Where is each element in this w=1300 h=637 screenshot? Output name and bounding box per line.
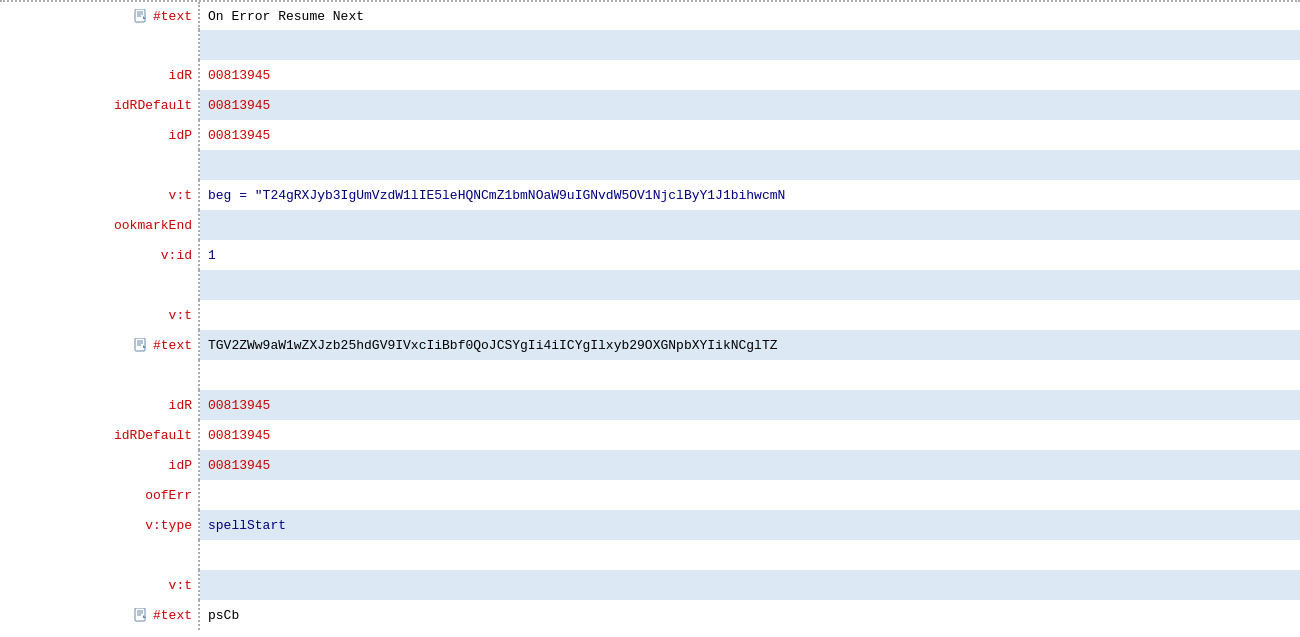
row-left-label: idP	[0, 120, 200, 150]
row-right-value	[200, 360, 1300, 390]
row-left-text: idP	[169, 458, 192, 473]
row-left-label: idP	[0, 450, 200, 480]
row-left-text: v:t	[169, 308, 192, 323]
row-left-text: v:t	[169, 188, 192, 203]
row-left-label: idRDefault	[0, 90, 200, 120]
row-left-text: idRDefault	[114, 98, 192, 113]
row-left-text: idP	[169, 128, 192, 143]
row-left-label	[0, 360, 200, 390]
row-right-value: beg = "T24gRXJyb3IgUmVzdW1lIE5leHQNCmZ1b…	[200, 180, 1300, 210]
row-right-value	[200, 150, 1300, 180]
row-left-label: ookmarkEnd	[0, 210, 200, 240]
row-right-value: On Error Resume Next	[200, 2, 1300, 30]
table-row: oofErr	[0, 480, 1300, 510]
main-container: #textOn Error Resume NextidR00813945idRD…	[0, 0, 1300, 637]
row-left-text: #text	[153, 608, 192, 623]
row-right-value	[200, 480, 1300, 510]
row-left-label: #text	[0, 2, 200, 30]
row-right-value: 00813945	[200, 60, 1300, 90]
table-row: idRDefault 00813945	[0, 90, 1300, 120]
row-left-text: #text	[153, 338, 192, 353]
row-left-text: ookmarkEnd	[114, 218, 192, 233]
row-left-text: v:id	[161, 248, 192, 263]
row-right-value: psCb	[200, 600, 1300, 630]
table-row: v:t	[0, 300, 1300, 330]
table-row: v:type spellStart	[0, 510, 1300, 540]
table-row: idP 00813945	[0, 120, 1300, 150]
table-row: v:t beg = "T24gRXJyb3IgUmVzdW1lIE5leHQNCm…	[0, 180, 1300, 210]
row-left-label: v:t	[0, 180, 200, 210]
table-row: v:id 1	[0, 240, 1300, 270]
row-right-value	[200, 270, 1300, 300]
row-right-value: 00813945	[200, 420, 1300, 450]
row-right-value: 1	[200, 240, 1300, 270]
table-row	[0, 270, 1300, 300]
table-row: idR 00813945	[0, 390, 1300, 420]
row-right-value: 00813945	[200, 390, 1300, 420]
table-row	[0, 540, 1300, 570]
row-left-label	[0, 30, 200, 60]
table-row: #text psCb	[0, 600, 1300, 630]
row-left-label	[0, 540, 200, 570]
row-left-label: oofErr	[0, 480, 200, 510]
row-left-text: idRDefault	[114, 428, 192, 443]
row-left-text: v:type	[145, 518, 192, 533]
table-row	[0, 30, 1300, 60]
row-left-text: #text	[153, 9, 192, 24]
row-right-value: 00813945	[200, 90, 1300, 120]
table-row: #text TGV2ZWw9aW1wZXJzb25hdGV9IVxcIiBbf0Q…	[0, 330, 1300, 360]
row-right-value	[200, 540, 1300, 570]
row-left-label: #text	[0, 600, 200, 630]
row-right-value	[200, 30, 1300, 60]
table-row: idR 00813945	[0, 60, 1300, 90]
table-row: ookmarkEnd	[0, 210, 1300, 240]
row-right-value: 00813945	[200, 120, 1300, 150]
row-right-value	[200, 210, 1300, 240]
table-row	[0, 150, 1300, 180]
table-row: idP 00813945	[0, 450, 1300, 480]
row-left-label: idR	[0, 390, 200, 420]
row-left-label: #text	[0, 330, 200, 360]
row-left-label: v:t	[0, 300, 200, 330]
doc-icon	[133, 607, 149, 623]
row-right-value	[200, 570, 1300, 600]
row-left-label: v:t	[0, 570, 200, 600]
table-row: idRDefault 00813945	[0, 420, 1300, 450]
row-left-text: idR	[169, 68, 192, 83]
row-left-label: v:type	[0, 510, 200, 540]
row-right-value: spellStart	[200, 510, 1300, 540]
row-left-text: idR	[169, 398, 192, 413]
row-left-label	[0, 270, 200, 300]
row-left-label	[0, 150, 200, 180]
row-left-text: v:t	[169, 578, 192, 593]
row-left-label: v:id	[0, 240, 200, 270]
row-left-text: oofErr	[145, 488, 192, 503]
table-row: v:t	[0, 570, 1300, 600]
row-right-value	[200, 300, 1300, 330]
row-left-label: idR	[0, 60, 200, 90]
table-row: #text On Error Resume Next	[0, 0, 1300, 30]
row-left-label: idRDefault	[0, 420, 200, 450]
doc-icon	[133, 8, 149, 24]
row-right-value: 00813945	[200, 450, 1300, 480]
table-row	[0, 360, 1300, 390]
row-right-value: TGV2ZWw9aW1wZXJzb25hdGV9IVxcIiBbf0QoJCSY…	[200, 330, 1300, 360]
doc-icon	[133, 337, 149, 353]
